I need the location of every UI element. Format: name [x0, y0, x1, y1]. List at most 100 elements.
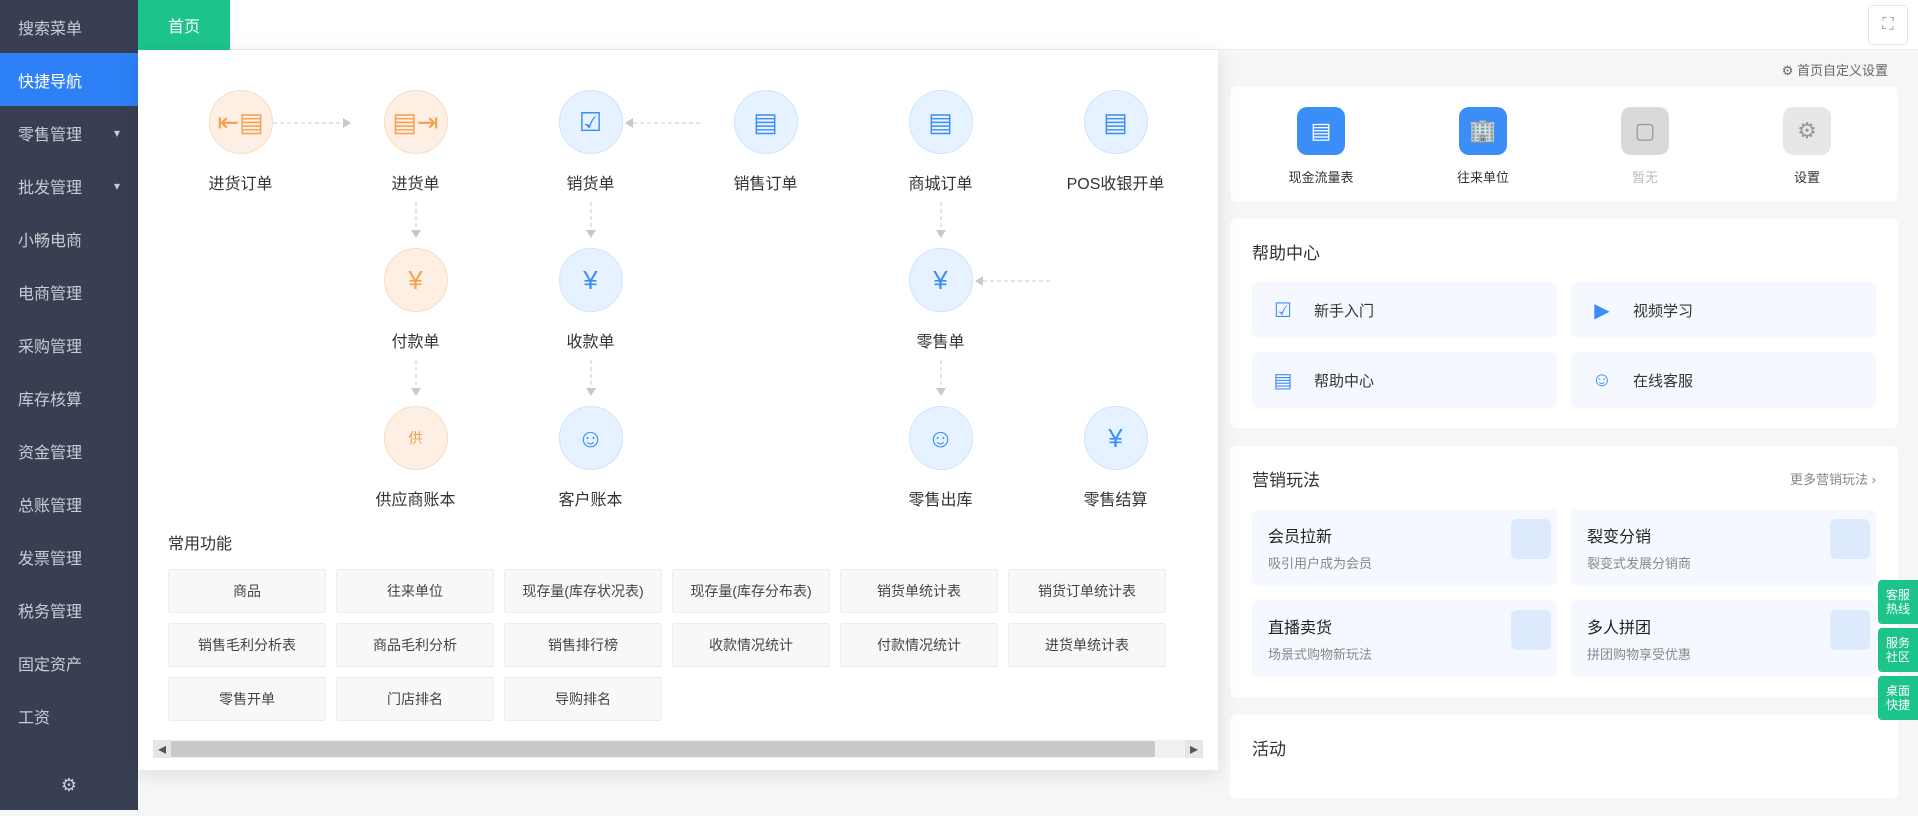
flow-node[interactable]: ¥ 零售单: [853, 248, 1028, 352]
func-button[interactable]: 现存量(库存分布表): [672, 569, 830, 613]
func-button[interactable]: 现存量(库存状况表): [504, 569, 662, 613]
marketing-item-live[interactable]: 直播卖货场景式购物新玩法: [1252, 600, 1557, 677]
flow-node[interactable]: ¥ 付款单: [328, 248, 503, 352]
cashflow-icon: ▤: [1297, 107, 1345, 155]
shortcut-settings[interactable]: ⚙设置: [1762, 107, 1852, 186]
flow-arrow-down-icon: [584, 202, 598, 240]
tab-home[interactable]: 首页: [138, 0, 230, 50]
sidebar-settings-button[interactable]: ⚙: [0, 760, 138, 810]
chevron-down-icon: ▾: [114, 126, 120, 140]
func-button[interactable]: 销货订单统计表: [1008, 569, 1166, 613]
marketing-item-fission[interactable]: 裂变分销裂变式发展分销商: [1571, 509, 1876, 586]
flow-node[interactable]: ¥ 零售结算: [1028, 406, 1203, 510]
flow-node[interactable]: ¥ 收款单: [503, 248, 678, 352]
retail-out-icon: ☺: [909, 406, 973, 470]
sidebar-item-invoice[interactable]: 发票管理: [0, 530, 138, 583]
sidebar-item-assets[interactable]: 固定资产: [0, 636, 138, 689]
shortcut-empty[interactable]: ▢暂无: [1600, 107, 1690, 186]
fullscreen-icon: ⛶: [1882, 16, 1893, 34]
flow-arrow-down-icon: [409, 202, 423, 240]
help-video[interactable]: ▶视频学习: [1571, 282, 1876, 338]
flow-node[interactable]: 供 供应商账本: [328, 406, 503, 510]
flow-node[interactable]: ▤ POS收银开单: [1028, 90, 1203, 194]
help-getting-started[interactable]: ☑新手入门: [1252, 282, 1557, 338]
horizontal-scrollbar[interactable]: ◂ ▸: [153, 740, 1203, 758]
func-button[interactable]: 门店排名: [336, 677, 494, 721]
doc-in-icon: ⇤▤: [209, 90, 273, 154]
home-customize-link[interactable]: ⚙ 首页自定义设置: [1230, 60, 1898, 79]
quicknav-flyout: ⇤▤ 进货订单 ▤⇥ 进货单 ☑ 销货单 ▤ 销售订单 ▤ 商城订单: [138, 50, 1218, 770]
func-button[interactable]: 进货单统计表: [1008, 623, 1166, 667]
sidebar-item-purchase[interactable]: 采购管理: [0, 318, 138, 371]
flow-arrow-down-icon: [934, 202, 948, 240]
scroll-right-icon[interactable]: ▸: [1185, 740, 1203, 758]
sidebar-item-funds[interactable]: 资金管理: [0, 424, 138, 477]
flow-arrow-down-icon: [584, 360, 598, 398]
flow-node[interactable]: ▤ 商城订单: [853, 90, 1028, 194]
func-button[interactable]: 收款情况统计: [672, 623, 830, 667]
chevron-down-icon: ▾: [114, 179, 120, 193]
func-button[interactable]: 导购排名: [504, 677, 662, 721]
shortcut-contacts[interactable]: 🏢往来单位: [1438, 107, 1528, 186]
help-support[interactable]: ☺在线客服: [1571, 352, 1876, 408]
scroll-left-icon[interactable]: ◂: [153, 740, 171, 758]
list-check-icon: ☑: [559, 90, 623, 154]
marketing-more-link[interactable]: 更多营销玩法 ›: [1790, 469, 1876, 488]
activity-title: 活动: [1252, 735, 1286, 760]
supplier-ledger-icon: 供: [384, 406, 448, 470]
gear-icon: ⚙: [61, 775, 77, 796]
checklist-icon: ☑: [1268, 295, 1298, 325]
func-button[interactable]: 销售排行榜: [504, 623, 662, 667]
sidebar-item-salary[interactable]: 工资: [0, 689, 138, 742]
retail-settle-icon: ¥: [1084, 406, 1148, 470]
sidebar-item-search[interactable]: 搜索菜单: [0, 0, 138, 53]
sidebar-item-ledger[interactable]: 总账管理: [0, 477, 138, 530]
func-button[interactable]: 商品毛利分析: [336, 623, 494, 667]
pay-doc-icon: ¥: [384, 248, 448, 312]
func-button[interactable]: 往来单位: [336, 569, 494, 613]
float-desktop[interactable]: 桌面快捷: [1878, 676, 1918, 720]
fullscreen-button[interactable]: ⛶: [1868, 5, 1908, 45]
flow-node[interactable]: ▤⇥ 进货单: [328, 90, 503, 194]
retail-doc-icon: ¥: [909, 248, 973, 312]
help-card: 帮助中心 ☑新手入门 ▶视频学习 ▤帮助中心 ☺在线客服: [1230, 219, 1898, 428]
float-community[interactable]: 服务社区: [1878, 628, 1918, 672]
sidebar-item-quicknav[interactable]: 快捷导航: [0, 53, 138, 106]
building-icon: 🏢: [1459, 107, 1507, 155]
shortcut-strip: ▤现金流量表 🏢往来单位 ▢暂无 ⚙设置: [1230, 87, 1898, 201]
doc-icon: ▤: [1268, 365, 1298, 395]
sidebar-item-tax[interactable]: 税务管理: [0, 583, 138, 636]
func-button[interactable]: 销货单统计表: [840, 569, 998, 613]
marketing-item-group[interactable]: 多人拼团拼团购物享受优惠: [1571, 600, 1876, 677]
func-button[interactable]: 商品: [168, 569, 326, 613]
float-hotline[interactable]: 客服热线: [1878, 580, 1918, 624]
flow-arrow-down-icon: [409, 360, 423, 398]
scrollbar-thumb[interactable]: [171, 741, 1155, 757]
help-center[interactable]: ▤帮助中心: [1252, 352, 1557, 408]
sidebar-item-wholesale[interactable]: 批发管理▾: [0, 159, 138, 212]
floating-buttons: 客服热线 服务社区 桌面快捷: [1878, 580, 1918, 720]
flow-node[interactable]: ☑ 销货单: [503, 90, 678, 194]
marketing-item-member[interactable]: 会员拉新吸引用户成为会员: [1252, 509, 1557, 586]
func-button[interactable]: 销售毛利分析表: [168, 623, 326, 667]
doc-out-icon: ▤⇥: [384, 90, 448, 154]
sidebar-item-inventory[interactable]: 库存核算: [0, 371, 138, 424]
flow-arrow-icon: [973, 274, 1053, 288]
sidebar-item-xiaochang[interactable]: 小畅电商: [0, 212, 138, 265]
activity-card: 活动: [1230, 715, 1898, 798]
help-title: 帮助中心: [1252, 239, 1320, 264]
sidebar-item-retail[interactable]: 零售管理▾: [0, 106, 138, 159]
sidebar-item-ecommerce[interactable]: 电商管理: [0, 265, 138, 318]
placeholder-icon: ▢: [1621, 107, 1669, 155]
flow-node[interactable]: ☺ 客户账本: [503, 406, 678, 510]
sidebar: 搜索菜单 快捷导航 零售管理▾ 批发管理▾ 小畅电商 电商管理 采购管理 库存核…: [0, 0, 138, 810]
func-button[interactable]: 付款情况统计: [840, 623, 998, 667]
flow-node[interactable]: ▤ 销售订单: [678, 90, 853, 194]
flow-node[interactable]: ⇤▤ 进货订单: [153, 90, 328, 194]
mall-doc-icon: ▤: [909, 90, 973, 154]
func-button[interactable]: 零售开单: [168, 677, 326, 721]
gear-icon: ⚙: [1783, 107, 1831, 155]
headset-icon: ☺: [1587, 365, 1617, 395]
flow-node[interactable]: ☺ 零售出库: [853, 406, 1028, 510]
shortcut-cashflow[interactable]: ▤现金流量表: [1276, 107, 1366, 186]
